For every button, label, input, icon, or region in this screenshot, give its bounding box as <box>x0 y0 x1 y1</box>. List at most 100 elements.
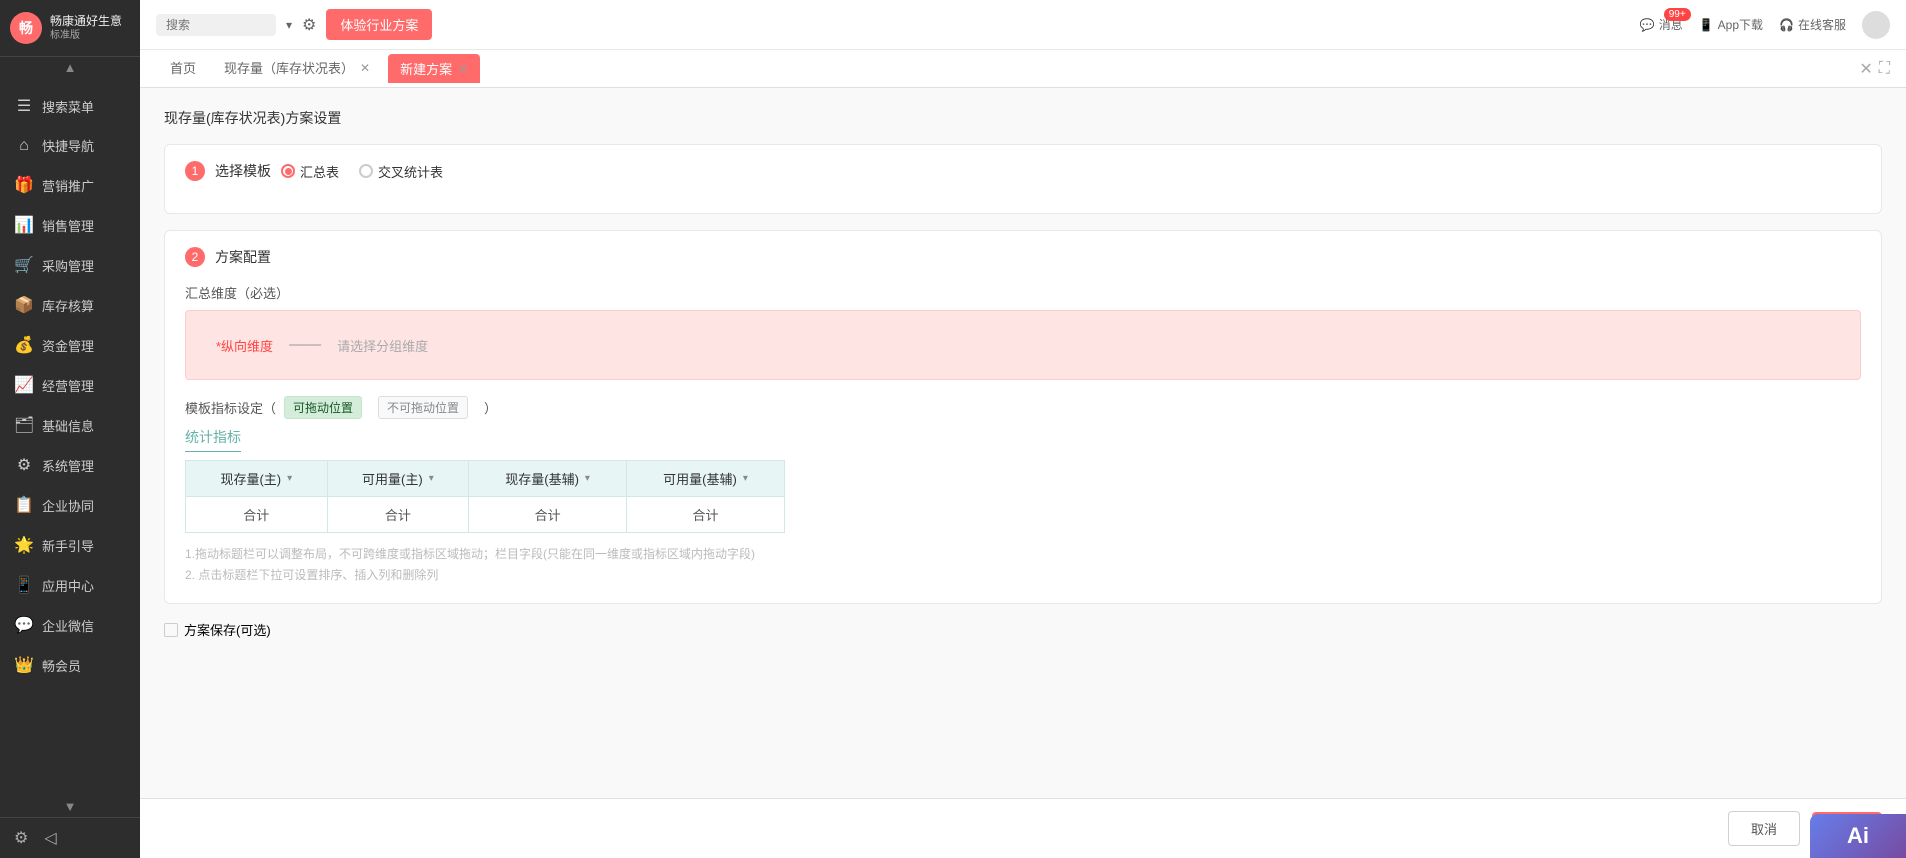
chevron-available-qty-aux: ▾ <box>743 473 748 484</box>
panel-expand-icon[interactable]: ⛶ <box>1879 60 1890 78</box>
sidebar-label-sales: 销售管理 <box>42 216 94 235</box>
search-menu-icon: ☰ <box>14 96 34 116</box>
marketing-icon: 🎁 <box>14 175 34 195</box>
radio-summary-circle <box>281 164 295 178</box>
tab-new-plan-close[interactable]: ✕ <box>458 62 468 76</box>
tab-home[interactable]: 首页 <box>156 50 210 87</box>
sidebar-logo: 畅 <box>10 12 42 44</box>
sidebar-item-membership[interactable]: 👑畅会员 <box>0 645 140 685</box>
audio-icon[interactable]: ◁ <box>44 828 56 848</box>
cell-current-qty-main: 合计 <box>186 497 328 533</box>
sidebar-label-new-guide: 新手引导 <box>42 536 94 555</box>
membership-icon: 👑 <box>14 655 34 675</box>
panel-close-icon[interactable]: ✕ <box>1859 59 1872 79</box>
main-area: ▾ ⚙ 体验行业方案 💬 消息 99+ 📱 App下载 🎧 在线客服 首页 <box>140 0 1906 858</box>
col-current-qty-main[interactable]: 现存量(主)▾ <box>186 461 328 497</box>
indicators-label: 模板指标设定（ 可拖动位置 不可拖动位置 ） <box>185 396 1861 419</box>
dimension-box[interactable]: *纵向维度 —— 请选择分组维度 <box>185 310 1861 380</box>
sidebar-item-procurement[interactable]: 🛒 采购管理 <box>0 245 140 285</box>
col-current-qty-aux[interactable]: 现存量(基辅)▾ <box>469 461 627 497</box>
message-item[interactable]: 💬 消息 99+ <box>1640 16 1683 33</box>
sidebar-item-enterprise[interactable]: 📋企业协同 <box>0 485 140 525</box>
sidebar-brand: 畅康通好生意 标准版 <box>50 13 122 44</box>
col-available-qty-aux[interactable]: 可用量(基辅)▾ <box>627 461 785 497</box>
search-input[interactable] <box>156 14 276 36</box>
hint-1: 2. 点击标题栏下拉可设置排序、插入列和删除列 <box>185 566 1861 583</box>
sidebar-label-operations: 经营管理 <box>42 376 94 395</box>
sidebar-item-operations[interactable]: 📈 经营管理 <box>0 365 140 405</box>
quick-nav-icon: ⌂ <box>14 137 34 155</box>
online-service-item[interactable]: 🎧 在线客服 <box>1779 16 1846 33</box>
inventory-icon: 📦 <box>14 295 34 315</box>
step2-number: 2 <box>185 247 205 267</box>
step1-number: 1 <box>185 161 205 181</box>
cell-available-qty-aux: 合计 <box>627 497 785 533</box>
sidebar-item-new-guide[interactable]: 🌟新手引导 <box>0 525 140 565</box>
sidebar-nav: ☰ 搜索菜单 ⌂ 快捷导航 🎁 营销推广 📊销售管理 🛒 采购管理 📦库存核算💰资金管理 📈 经营管理… <box>0 78 140 796</box>
sidebar-label-search-menu: 搜索菜单 <box>42 97 94 116</box>
topbar-left: ▾ ⚙ 体验行业方案 <box>156 9 432 40</box>
topbar-right: 💬 消息 99+ 📱 App下载 🎧 在线客服 <box>1640 11 1890 39</box>
cancel-button[interactable]: 取消 <box>1728 811 1800 846</box>
sidebar-label-marketing: 营销推广 <box>42 176 94 195</box>
topbar-gear-icon[interactable]: ⚙ <box>302 15 316 35</box>
page-title: 现存量(库存状况表)方案设置 <box>164 108 1882 128</box>
headphone-icon: 🎧 <box>1779 18 1794 32</box>
col-available-qty-main[interactable]: 可用量(主)▾ <box>327 461 469 497</box>
sidebar-item-sales[interactable]: 📊销售管理 <box>0 205 140 245</box>
stats-table: 现存量(主)▾可用量(主)▾现存量(基辅)▾可用量(基辅)▾合计合计合计合计 <box>185 460 785 533</box>
cell-available-qty-main: 合计 <box>327 497 469 533</box>
sidebar-item-basic-info[interactable]: 🗂基础信息 <box>0 405 140 445</box>
sidebar-label-procurement: 采购管理 <box>42 256 94 275</box>
chevron-current-qty-main: ▾ <box>287 473 292 484</box>
sidebar-item-inventory[interactable]: 📦库存核算 <box>0 285 140 325</box>
footer-bar: 取消 查询 <box>140 798 1906 858</box>
stats-title: 统计指标 <box>185 427 241 452</box>
sidebar: 畅 畅康通好生意 标准版 ▲ ☰ 搜索菜单 ⌂ 快捷导航 🎁 营销推广 📊销售管理 🛒 采购管理… <box>0 0 140 858</box>
content-area: 现存量(库存状况表)方案设置 1 选择模板 汇总表 交叉统计表 <box>140 88 1906 798</box>
sidebar-scroll-up[interactable]: ▲ <box>0 57 140 78</box>
sidebar-item-finance[interactable]: 💰资金管理 <box>0 325 140 365</box>
tab-inventory-status[interactable]: 现存量（库存状况表） ✕ <box>210 50 384 87</box>
tab-new-plan[interactable]: 新建方案 ✕ <box>388 54 480 83</box>
app-download-item[interactable]: 📱 App下载 <box>1699 16 1763 33</box>
save-option-label: 方案保存(可选) <box>184 620 271 639</box>
sidebar-label-system: 系统管理 <box>42 456 94 475</box>
basic-info-icon: 🗂 <box>14 415 34 435</box>
radio-cross[interactable]: 交叉统计表 <box>359 162 443 181</box>
trial-button[interactable]: 体验行业方案 <box>326 9 432 40</box>
app-icon: 📱 <box>1699 18 1714 32</box>
step2-section: 2 方案配置 汇总维度（必选） *纵向维度 —— 请选择分组维度 模板指标设定（… <box>164 230 1882 604</box>
sidebar-item-system[interactable]: ⚙ 系统管理 <box>0 445 140 485</box>
sidebar-scroll-down[interactable]: ▼ <box>0 796 140 817</box>
save-checkbox[interactable] <box>164 623 178 637</box>
sidebar-label-enterprise-wechat: 企业微信 <box>42 616 94 635</box>
sidebar-item-marketing[interactable]: 🎁 营销推广 <box>0 165 140 205</box>
template-radio-group: 汇总表 交叉统计表 <box>281 162 443 181</box>
enterprise-wechat-icon: 💬 <box>14 615 34 635</box>
ai-badge[interactable]: Ai <box>1810 814 1906 858</box>
movable-tag: 可拖动位置 <box>284 396 362 419</box>
sidebar-item-app-center[interactable]: 📱应用中心 <box>0 565 140 605</box>
procurement-icon: 🛒 <box>14 255 34 275</box>
settings-icon[interactable]: ⚙ <box>14 828 28 848</box>
sidebar-header: 畅 畅康通好生意 标准版 <box>0 0 140 57</box>
chevron-current-qty-aux: ▾ <box>585 473 590 484</box>
step1-header: 1 选择模板 汇总表 交叉统计表 <box>185 161 1861 181</box>
sidebar-item-quick-nav[interactable]: ⌂ 快捷导航 <box>0 126 140 165</box>
tab-inventory-close[interactable]: ✕ <box>360 61 370 75</box>
user-avatar[interactable] <box>1862 11 1890 39</box>
dimension-placeholder: 请选择分组维度 <box>337 336 428 355</box>
step2-header: 2 方案配置 <box>185 247 1861 267</box>
message-badge: 99+ <box>1664 8 1691 21</box>
operations-icon: 📈 <box>14 375 34 395</box>
tabbar: 首页 现存量（库存状况表） ✕ 新建方案 ✕ ✕ ⛶ <box>140 50 1906 88</box>
topbar-dropdown[interactable]: ▾ <box>286 18 292 32</box>
sidebar-label-quick-nav: 快捷导航 <box>42 136 94 155</box>
radio-summary[interactable]: 汇总表 <box>281 162 339 181</box>
system-icon: ⚙ <box>14 455 34 475</box>
sidebar-item-search-menu[interactable]: ☰ 搜索菜单 <box>0 86 140 126</box>
sidebar-item-enterprise-wechat[interactable]: 💬 企业微信 <box>0 605 140 645</box>
sidebar-label-app-center: 应用中心 <box>42 576 94 595</box>
step1-section: 1 选择模板 汇总表 交叉统计表 <box>164 144 1882 214</box>
